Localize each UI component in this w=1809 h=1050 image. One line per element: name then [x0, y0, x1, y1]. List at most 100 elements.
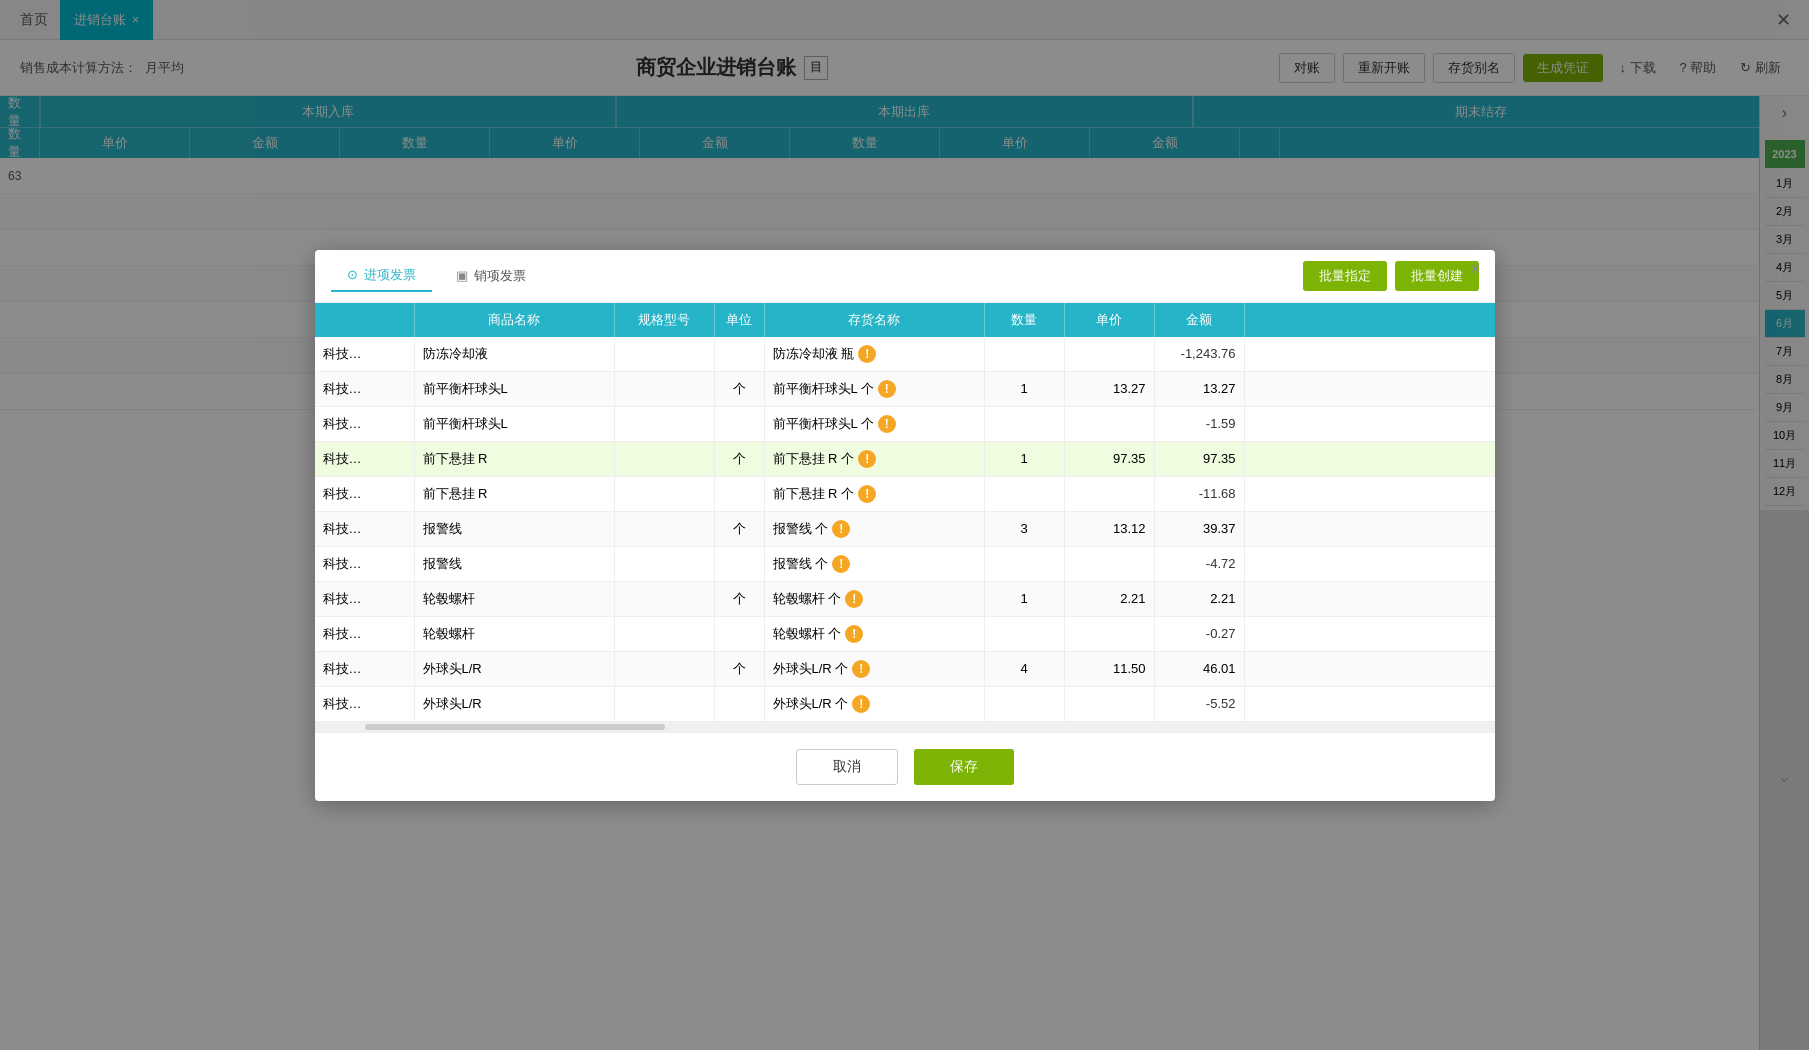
- cell-1-2: 防冻冷却液: [415, 337, 615, 371]
- cell-7-6: [985, 547, 1065, 581]
- cell-11-6: [985, 687, 1065, 721]
- table-row: 科技… 外球头L/R 个 外球头L/R 个 ! 4 11.50 46.01: [315, 652, 1495, 687]
- table-row: 科技… 报警线 个 报警线 个 ! 3 13.12 39.37: [315, 512, 1495, 547]
- cell-1-1: 科技…: [315, 337, 415, 371]
- cell-7-8: -4.72: [1155, 547, 1245, 581]
- cell-4-1: 科技…: [315, 442, 415, 476]
- table-row: 科技… 前下悬挂 R 前下悬挂 R 个 ! -11.68: [315, 477, 1495, 512]
- modal-overlay: ⊙ 进项发票 ▣ 销项发票 批量指定 批量创建 × 商品名称 规格型号 单位 存…: [0, 0, 1809, 1050]
- cell-11-3: [615, 687, 715, 721]
- cell-9-8: -0.27: [1155, 617, 1245, 651]
- cell-8-5: 轮毂螺杆 个 !: [765, 582, 985, 616]
- cell-7-2: 报警线: [415, 547, 615, 581]
- batch-assign-button[interactable]: 批量指定: [1303, 261, 1387, 291]
- tab-sales-invoice[interactable]: ▣ 销项发票: [440, 261, 542, 291]
- cell-11-7: [1065, 687, 1155, 721]
- cancel-button[interactable]: 取消: [796, 749, 898, 785]
- cell-9-1: 科技…: [315, 617, 415, 651]
- cell-9-7: [1065, 617, 1155, 651]
- cell-1-6: [985, 337, 1065, 371]
- cell-4-8: 97.35: [1155, 442, 1245, 476]
- cell-6-1: 科技…: [315, 512, 415, 546]
- cell-3-6: [985, 407, 1065, 441]
- cell-11-4: [715, 687, 765, 721]
- cell-10-1: 科技…: [315, 652, 415, 686]
- cell-7-5: 报警线 个 !: [765, 547, 985, 581]
- table-row: 科技… 防冻冷却液 防冻冷却液 瓶 ! -1,243.76: [315, 337, 1495, 372]
- cell-2-2: 前平衡杆球头L: [415, 372, 615, 406]
- cell-2-3: [615, 372, 715, 406]
- cell-8-6: 1: [985, 582, 1065, 616]
- cell-6-2: 报警线: [415, 512, 615, 546]
- sales-invoice-icon: ▣: [456, 268, 468, 283]
- warn-icon: !: [858, 485, 876, 503]
- cell-2-5: 前平衡杆球头L 个 !: [765, 372, 985, 406]
- cell-4-7: 97.35: [1065, 442, 1155, 476]
- cell-6-3: [615, 512, 715, 546]
- warn-icon: !: [858, 345, 876, 363]
- save-button[interactable]: 保存: [914, 749, 1014, 785]
- dialog-horizontal-scrollbar[interactable]: [315, 722, 1495, 732]
- cell-9-2: 轮毂螺杆: [415, 617, 615, 651]
- warn-icon: !: [832, 555, 850, 573]
- cell-10-6: 4: [985, 652, 1065, 686]
- cell-3-3: [615, 407, 715, 441]
- dialog-table-header: 商品名称 规格型号 单位 存货名称 数量 单价 金额: [315, 303, 1495, 337]
- cell-2-1: 科技…: [315, 372, 415, 406]
- cell-11-2: 外球头L/R: [415, 687, 615, 721]
- dialog: ⊙ 进项发票 ▣ 销项发票 批量指定 批量创建 × 商品名称 规格型号 单位 存…: [315, 250, 1495, 801]
- cell-5-4: [715, 477, 765, 511]
- cell-2-6: 1: [985, 372, 1065, 406]
- cell-6-6: 3: [985, 512, 1065, 546]
- col-header-8: 金额: [1155, 303, 1245, 337]
- input-invoice-icon: ⊙: [347, 267, 358, 282]
- cell-8-7: 2.21: [1065, 582, 1155, 616]
- warn-icon: !: [852, 695, 870, 713]
- table-row: 科技… 前下悬挂 R 个 前下悬挂 R 个 ! 1 97.35 97.35: [315, 442, 1495, 477]
- tab-input-invoice[interactable]: ⊙ 进项发票: [331, 260, 432, 292]
- table-row: 科技… 轮毂螺杆 轮毂螺杆 个 ! -0.27: [315, 617, 1495, 652]
- table-row: 科技… 前平衡杆球头L 前平衡杆球头L 个 ! -1.59: [315, 407, 1495, 442]
- cell-11-8: -5.52: [1155, 687, 1245, 721]
- cell-1-5: 防冻冷却液 瓶 !: [765, 337, 985, 371]
- cell-8-8: 2.21: [1155, 582, 1245, 616]
- cell-9-6: [985, 617, 1065, 651]
- table-row: 科技… 前平衡杆球头L 个 前平衡杆球头L 个 ! 1 13.27 13.27: [315, 372, 1495, 407]
- cell-3-1: 科技…: [315, 407, 415, 441]
- cell-8-3: [615, 582, 715, 616]
- cell-5-7: [1065, 477, 1155, 511]
- cell-3-2: 前平衡杆球头L: [415, 407, 615, 441]
- dialog-table: 商品名称 规格型号 单位 存货名称 数量 单价 金额 科技… 防冻冷却液 防冻冷…: [315, 303, 1495, 722]
- cell-6-7: 13.12: [1065, 512, 1155, 546]
- col-header-6: 数量: [985, 303, 1065, 337]
- cell-6-5: 报警线 个 !: [765, 512, 985, 546]
- cell-2-4: 个: [715, 372, 765, 406]
- cell-8-1: 科技…: [315, 582, 415, 616]
- cell-10-7: 11.50: [1065, 652, 1155, 686]
- cell-2-7: 13.27: [1065, 372, 1155, 406]
- warn-icon: !: [878, 380, 896, 398]
- col-header-7: 单价: [1065, 303, 1155, 337]
- cell-1-3: [615, 337, 715, 371]
- batch-create-button[interactable]: 批量创建: [1395, 261, 1479, 291]
- cell-5-8: -11.68: [1155, 477, 1245, 511]
- cell-3-7: [1065, 407, 1155, 441]
- cell-1-4: [715, 337, 765, 371]
- cell-10-5: 外球头L/R 个 !: [765, 652, 985, 686]
- warn-icon: !: [845, 590, 863, 608]
- cell-3-5: 前平衡杆球头L 个 !: [765, 407, 985, 441]
- scrollbar-thumb[interactable]: [365, 724, 665, 730]
- cell-10-8: 46.01: [1155, 652, 1245, 686]
- dialog-close-button[interactable]: ×: [1470, 260, 1481, 278]
- cell-10-3: [615, 652, 715, 686]
- cell-7-4: [715, 547, 765, 581]
- cell-5-5: 前下悬挂 R 个 !: [765, 477, 985, 511]
- cell-5-2: 前下悬挂 R: [415, 477, 615, 511]
- dialog-header-actions: 批量指定 批量创建: [1303, 261, 1479, 291]
- cell-8-4: 个: [715, 582, 765, 616]
- table-row: 科技… 轮毂螺杆 个 轮毂螺杆 个 ! 1 2.21 2.21: [315, 582, 1495, 617]
- cell-1-7: [1065, 337, 1155, 371]
- cell-9-4: [715, 617, 765, 651]
- table-row: 科技… 报警线 报警线 个 ! -4.72: [315, 547, 1495, 582]
- col-header-1: [315, 303, 415, 337]
